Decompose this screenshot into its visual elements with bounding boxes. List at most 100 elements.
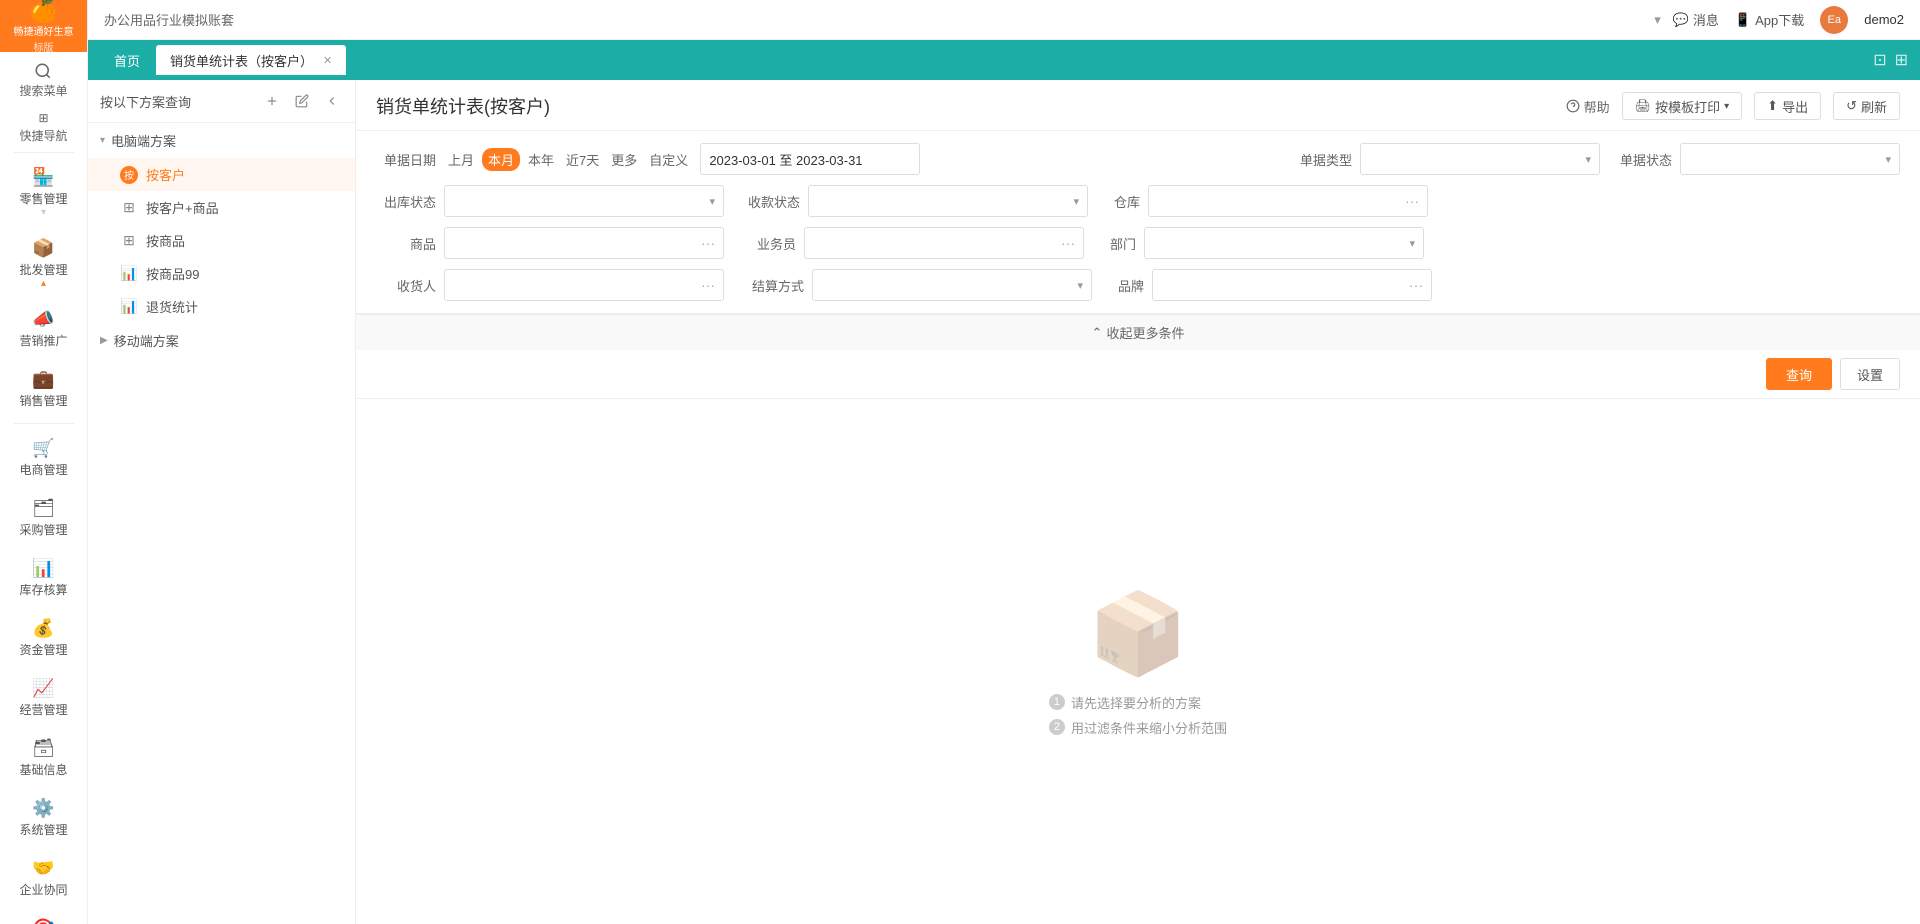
dept-label: 部门 [1104, 234, 1144, 253]
mobile-scheme-group-header[interactable]: ▶ 移动端方案 [88, 323, 355, 358]
help-label: 帮助 [1584, 97, 1610, 116]
basic-icon: 🗃 [32, 738, 55, 759]
dept-select[interactable] [1144, 227, 1424, 259]
maximize-icon[interactable]: ⊞ [1895, 50, 1908, 70]
scheme-item-return-stat[interactable]: 📊 退货统计 [88, 290, 355, 323]
filter-row2: 出库状态 收款状态 仓库 [376, 185, 1900, 217]
marketing-label: 营销推广 [19, 332, 67, 349]
receipt-status-select[interactable] [808, 185, 1088, 217]
print-btn[interactable]: 🖨 按模板打印 ▾ [1622, 92, 1743, 120]
quick-nav-btn[interactable]: ⊞ 快捷导航 [19, 105, 67, 148]
out-status-select[interactable] [444, 185, 724, 217]
left-panel-actions [261, 90, 343, 112]
doc-type-select[interactable] [1360, 143, 1600, 175]
sidebar-item-wholesale[interactable]: 📦 批发管理 ▴ [0, 228, 88, 299]
warehouse-label: 仓库 [1108, 192, 1148, 211]
app-download-btn[interactable]: 📱 App下载 [1735, 10, 1804, 29]
topbar-dropdown-icon[interactable]: ▾ [1654, 12, 1661, 28]
brand-input[interactable] [1152, 269, 1432, 301]
print-icon: 🖨 [1635, 98, 1652, 114]
message-btn[interactable]: 💬 消息 [1673, 10, 1719, 29]
scheme-item-by-customer[interactable]: 按 按客户 [88, 158, 355, 191]
tab-home[interactable]: 首页 [100, 45, 154, 75]
sidebar-item-operations[interactable]: 📈 经营管理 [0, 668, 88, 728]
help-btn[interactable]: 帮助 [1566, 97, 1610, 116]
date-tab-this-month[interactable]: 本月 [482, 148, 520, 171]
edit-scheme-btn[interactable] [291, 90, 313, 112]
ecommerce-label: 电商管理 [19, 461, 67, 478]
add-scheme-btn[interactable] [261, 90, 283, 112]
date-tab-7days[interactable]: 近7天 [562, 148, 603, 171]
sidebar-item-marketing[interactable]: 📣 营销推广 [0, 299, 88, 359]
empty-tip-2: 2 用过滤条件来缩小分析范围 [1049, 718, 1227, 737]
by-customer-icon: 按 [120, 166, 138, 184]
warehouse-input[interactable] [1148, 185, 1428, 217]
collapse-panel-btn[interactable] [321, 90, 343, 112]
settle-method-select[interactable] [812, 269, 1092, 301]
doc-status-label: 单据状态 [1620, 150, 1680, 169]
date-tab-this-year[interactable]: 本年 [524, 148, 558, 171]
collapse-bar[interactable]: ⌃ 收起更多条件 [356, 314, 1920, 350]
minimize-icon[interactable]: ⊡ [1873, 50, 1886, 70]
date-tab-last-month[interactable]: 上月 [444, 148, 478, 171]
by-goods-icon: ⊞ [120, 232, 138, 250]
export-btn[interactable]: ⬆ 导出 [1754, 92, 1821, 120]
date-tab-more[interactable]: 更多 [607, 148, 641, 171]
sidebar-item-basic[interactable]: 🗃 基础信息 [0, 728, 88, 788]
sidebar-item-inventory[interactable]: 📊 库存核算 [0, 548, 88, 608]
salesperson-label: 业务员 [744, 234, 804, 253]
divider1 [14, 152, 74, 153]
message-label: 消息 [1693, 10, 1719, 29]
refresh-btn[interactable]: ↺ 刷新 [1833, 92, 1900, 120]
doc-status-select[interactable] [1680, 143, 1900, 175]
salesperson-input[interactable] [804, 227, 1084, 259]
page-header: 销货单统计表(按客户) 帮助 🖨 按模板打印 ▾ ⬆ 导出 [356, 80, 1920, 131]
pc-scheme-group-header[interactable]: ▾ 电脑端方案 [88, 123, 355, 158]
date-tab-custom[interactable]: 自定义 [645, 148, 692, 171]
scheme-item-by-goods99[interactable]: 📊 按商品99 [88, 257, 355, 290]
query-button[interactable]: 查询 [1766, 358, 1832, 390]
goods-input[interactable] [444, 227, 724, 259]
sidebar-item-corp[interactable]: 🤝 企业协同 [0, 848, 88, 908]
export-label: 导出 [1782, 97, 1808, 116]
sidebar-logo[interactable]: 🍊 畅捷通好生意 标版 [0, 0, 88, 52]
left-panel-header: 按以下方案查询 [88, 80, 355, 123]
receiver-label: 收货人 [376, 276, 444, 295]
sidebar-item-retail[interactable]: 🏪 零售管理 ▾ [0, 157, 88, 228]
sidebar-item-ecommerce[interactable]: 🛒 电商管理 [0, 428, 88, 488]
sidebar-item-sales[interactable]: 💼 销售管理 [0, 359, 88, 419]
pc-group-arrow: ▾ [100, 135, 105, 146]
sidebar-item-purchase[interactable]: 🗂 采购管理 [0, 488, 88, 548]
export-icon: ⬆ [1767, 98, 1778, 114]
tab-home-label: 首页 [114, 51, 140, 70]
newbie-icon: 🎯 [32, 918, 54, 924]
tab-close-icon[interactable]: ✕ [323, 54, 332, 67]
receipt-status-label: 收款状态 [744, 192, 808, 211]
sidebar-item-finance[interactable]: 💰 资金管理 [0, 608, 88, 668]
left-panel-title: 按以下方案查询 [100, 92, 191, 111]
sidebar-search-btn[interactable]: 搜索菜单 [19, 52, 67, 105]
scheme-item-by-goods[interactable]: ⊞ 按商品 [88, 224, 355, 257]
empty-state: 📦 1 请先选择要分析的方案 2 用过滤条件来缩小分析范围 [356, 399, 1920, 924]
receiver-input[interactable] [444, 269, 724, 301]
tab-sales-stat[interactable]: 销货单统计表（按客户） ✕ [156, 45, 346, 75]
refresh-icon: ↺ [1846, 98, 1857, 114]
scheme-item-by-customer-goods[interactable]: ⊞ 按客户+商品 [88, 191, 355, 224]
edit-icon [295, 94, 309, 108]
by-customer-goods-icon: ⊞ [120, 199, 138, 217]
collapse-btn[interactable]: ⌃ 收起更多条件 [1092, 323, 1185, 342]
user-avatar[interactable]: Ea [1820, 6, 1848, 34]
action-row: 查询 设置 [356, 350, 1920, 399]
sidebar-item-newbie[interactable]: 🎯 新手引导 [0, 908, 88, 924]
date-range-input[interactable]: 2023-03-01 至 2023-03-31 [700, 143, 920, 175]
sidebar-item-system[interactable]: ⚙️ 系统管理 [0, 788, 88, 848]
print-dropdown-icon: ▾ [1724, 101, 1729, 112]
doc-type-label: 单据类型 [1300, 150, 1360, 169]
user-name[interactable]: demo2 [1864, 12, 1904, 27]
settings-button[interactable]: 设置 [1840, 358, 1900, 390]
mobile-group-arrow: ▶ [100, 335, 108, 346]
tip-num-1: 1 [1049, 694, 1065, 710]
search-icon [34, 62, 52, 80]
left-panel: 按以下方案查询 ▾ 电脑端方案 [88, 80, 356, 924]
by-goods99-label: 按商品99 [146, 264, 199, 283]
